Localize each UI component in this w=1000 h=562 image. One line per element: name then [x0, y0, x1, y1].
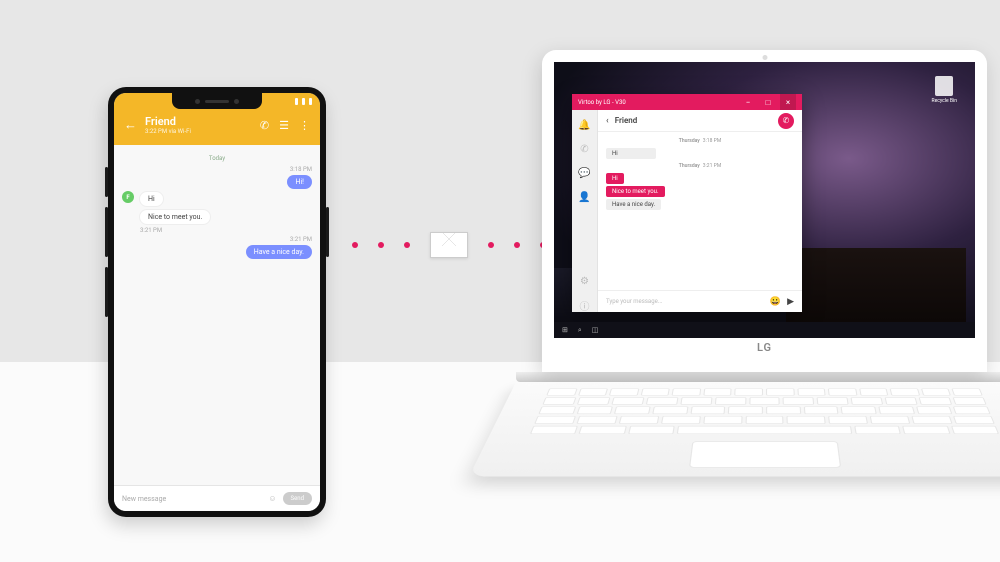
send-button[interactable]: Send [283, 492, 312, 505]
chat-body: Today 3:18 PM Hi! F Hi Nice to meet you.… [114, 145, 320, 485]
recycle-bin-label: Recycle Bin [931, 98, 957, 104]
avatar: F [122, 191, 134, 203]
phone-notch [172, 93, 262, 109]
minimize-icon[interactable]: − [740, 94, 756, 110]
timestamp: 3:21 PM [122, 236, 312, 243]
message-input[interactable]: New message [122, 495, 262, 503]
contacts-icon[interactable]: 👤 [578, 190, 592, 204]
call-button[interactable]: ✆ [778, 113, 794, 129]
maximize-icon[interactable]: □ [760, 94, 776, 110]
timestamp: 3:18 PM [122, 166, 312, 173]
app-sidebar: 🔔 ✆ 💬 👤 ⚙ ⓘ [572, 110, 598, 312]
laptop-keyboard [469, 382, 1000, 477]
start-icon[interactable]: ⊞ [562, 326, 568, 334]
messages-icon[interactable]: 💬 [578, 166, 592, 180]
webcam [762, 55, 767, 60]
trackpad [688, 441, 840, 467]
timestamp: 3:21 PM [140, 227, 312, 234]
incoming-message: Hi [606, 148, 656, 159]
laptop-display: Recycle Bin Virtoo by LG - V30 − □ × 🔔 ✆… [542, 50, 987, 372]
search-icon[interactable]: ⌕ [578, 326, 582, 335]
envelope-icon [430, 232, 468, 258]
outgoing-message: Nice to meet you. [606, 186, 665, 197]
notifications-icon[interactable]: 🔔 [578, 118, 592, 132]
back-arrow-icon[interactable]: ‹ [606, 116, 609, 126]
phone-screen: ← Friend 3:22 PM via Wi-Fi ✆ ☰ ⋮ Today 3… [114, 93, 320, 511]
back-arrow-icon[interactable]: ← [124, 117, 137, 133]
laptop-hinge [516, 372, 1000, 382]
laptop-brand-logo: LG [554, 338, 975, 354]
more-icon[interactable]: ⋮ [299, 119, 310, 132]
phone-volume-up [105, 207, 108, 257]
date-separator: Thursday3:21 PM [606, 163, 794, 169]
incoming-bubble: Nice to meet you. [139, 209, 211, 225]
smartphone: ← Friend 3:22 PM via Wi-Fi ✆ ☰ ⋮ Today 3… [108, 87, 326, 517]
message-input-bar: Type your message... 😀 ▶ [598, 290, 802, 312]
task-view-icon[interactable]: ◫ [592, 326, 599, 334]
incoming-message: Have a nice day. [606, 199, 661, 210]
recycle-bin-icon [935, 76, 953, 96]
incoming-bubble: Hi [139, 191, 164, 207]
window-titlebar[interactable]: Virtoo by LG - V30 − □ × [572, 94, 802, 110]
settings-icon[interactable]: ⚙ [578, 274, 592, 288]
windows-taskbar[interactable]: ⊞ ⌕ ◫ [554, 322, 975, 338]
chat-header: ‹ Friend ✆ [598, 110, 802, 132]
messaging-app-window: Virtoo by LG - V30 − □ × 🔔 ✆ 💬 👤 ⚙ ⓘ [572, 94, 802, 312]
chat-body: Thursday3:18 PM Hi Thursday3:21 PM Hi Ni… [598, 132, 802, 290]
close-icon[interactable]: × [780, 94, 796, 110]
phone-side-button [105, 167, 108, 197]
phone-volume-down [105, 267, 108, 317]
contact-subtitle: 3:22 PM via Wi-Fi [145, 128, 252, 135]
chat-header: ← Friend 3:22 PM via Wi-Fi ✆ ☰ ⋮ [114, 109, 320, 145]
attachment-icon[interactable]: ☰ [279, 119, 289, 132]
recycle-bin[interactable]: Recycle Bin [931, 76, 957, 104]
window-title: Virtoo by LG - V30 [578, 99, 736, 106]
laptop: Recycle Bin Virtoo by LG - V30 − □ × 🔔 ✆… [542, 50, 987, 532]
emoji-icon[interactable]: 😀 [770, 297, 781, 307]
phone-power-button [326, 207, 329, 257]
contact-name: Friend [615, 116, 772, 125]
outgoing-bubble: Hi! [287, 175, 312, 189]
message-input[interactable]: Type your message... [606, 298, 764, 305]
contact-name: Friend [145, 115, 252, 128]
phone-call-icon[interactable]: ✆ [260, 119, 269, 132]
outgoing-bubble: Have a nice day. [246, 245, 312, 259]
today-label: Today [122, 155, 312, 162]
send-icon[interactable]: ▶ [787, 297, 794, 307]
desktop-screen: Recycle Bin Virtoo by LG - V30 − □ × 🔔 ✆… [554, 62, 975, 338]
calls-icon[interactable]: ✆ [578, 142, 592, 156]
outgoing-message: Hi [606, 173, 624, 184]
transfer-indicator [352, 232, 546, 258]
date-separator: Thursday3:18 PM [606, 138, 794, 144]
info-icon[interactable]: ⓘ [578, 298, 592, 312]
message-input-bar: New message ☺ Send [114, 485, 320, 511]
emoji-icon[interactable]: ☺ [268, 494, 276, 503]
